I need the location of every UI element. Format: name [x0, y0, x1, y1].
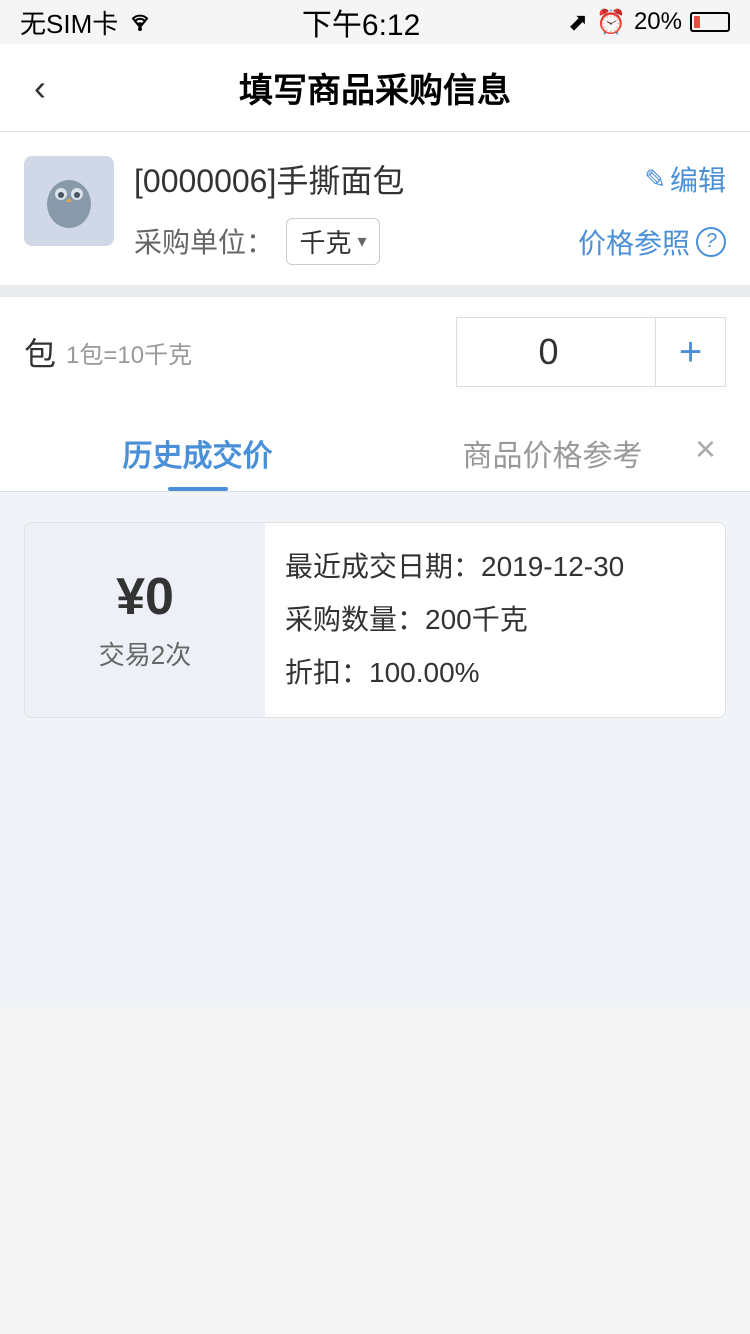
edit-icon: ✎	[644, 164, 666, 195]
history-quantity-row: 采购数量：200千克	[285, 600, 705, 639]
panel: 历史成交价 商品价格参考 × ¥0 交易2次 最近成交日期：2019-12-30…	[0, 407, 750, 1007]
alarm-icon: ⏰	[596, 8, 626, 37]
quantity-plus-button[interactable]: +	[656, 317, 726, 387]
quantity-input[interactable]	[456, 317, 656, 387]
status-time: 下午6:12	[302, 0, 420, 44]
product-header: [0000006]手撕面包 ✎ 编辑	[134, 156, 726, 202]
status-left: 无SIM卡	[20, 4, 154, 41]
product-info: [0000006]手撕面包 ✎ 编辑 采购单位： 千克 ▾ 价格参照 ?	[134, 156, 726, 265]
status-right: ⬈ ⏰ 20%	[568, 8, 730, 37]
product-logo	[24, 156, 114, 246]
history-date-row: 最近成交日期：2019-12-30	[285, 547, 705, 586]
quantity-row: 包 1包=10千克 +	[0, 297, 750, 407]
edit-button[interactable]: ✎ 编辑	[644, 159, 726, 199]
quantity-input-area: +	[456, 317, 726, 387]
nav-bar: ‹ 填写商品采购信息	[0, 44, 750, 132]
unit-selector-area: 采购单位： 千克 ▾	[134, 218, 380, 265]
quantity-unit: 包	[24, 329, 56, 375]
carrier-text: 无SIM卡	[20, 4, 118, 41]
unit-label: 采购单位：	[134, 227, 274, 258]
wifi-icon	[126, 7, 154, 38]
status-bar: 无SIM卡 下午6:12 ⬈ ⏰ 20%	[0, 0, 750, 44]
page-title: 填写商品采购信息	[239, 63, 511, 112]
product-name: [0000006]手撕面包	[134, 156, 404, 202]
history-card: ¥0 交易2次 最近成交日期：2019-12-30 采购数量：200千克 折扣：…	[24, 522, 726, 718]
quantity-label: 包 1包=10千克	[24, 329, 192, 375]
tab-bar: 历史成交价 商品价格参考 ×	[0, 407, 750, 492]
product-unit-row: 采购单位： 千克 ▾ 价格参照 ?	[134, 218, 726, 265]
panel-close-button[interactable]: ×	[685, 418, 726, 480]
history-discount-row: 折扣：100.00%	[285, 653, 705, 692]
info-icon: ?	[696, 227, 726, 257]
divider	[0, 285, 750, 297]
battery-icon	[690, 12, 730, 32]
price-ref-button[interactable]: 价格参照 ?	[578, 222, 726, 262]
location-icon: ⬈	[568, 8, 588, 37]
tab-price-ref[interactable]: 商品价格参考	[375, 407, 730, 491]
back-button[interactable]: ‹	[24, 57, 56, 119]
quantity-conversion: 1包=10千克	[66, 335, 192, 370]
tab-history-price[interactable]: 历史成交价	[20, 407, 375, 491]
dropdown-arrow-icon: ▾	[357, 231, 366, 252]
history-price-value: ¥0	[116, 567, 174, 627]
battery-percent: 20%	[634, 8, 682, 36]
unit-dropdown[interactable]: 千克 ▾	[286, 218, 379, 265]
history-trades-count: 交易2次	[99, 635, 191, 672]
history-detail-panel: 最近成交日期：2019-12-30 采购数量：200千克 折扣：100.00%	[265, 523, 725, 717]
history-price-panel: ¥0 交易2次	[25, 523, 265, 717]
product-card: [0000006]手撕面包 ✎ 编辑 采购单位： 千克 ▾ 价格参照 ?	[0, 132, 750, 285]
